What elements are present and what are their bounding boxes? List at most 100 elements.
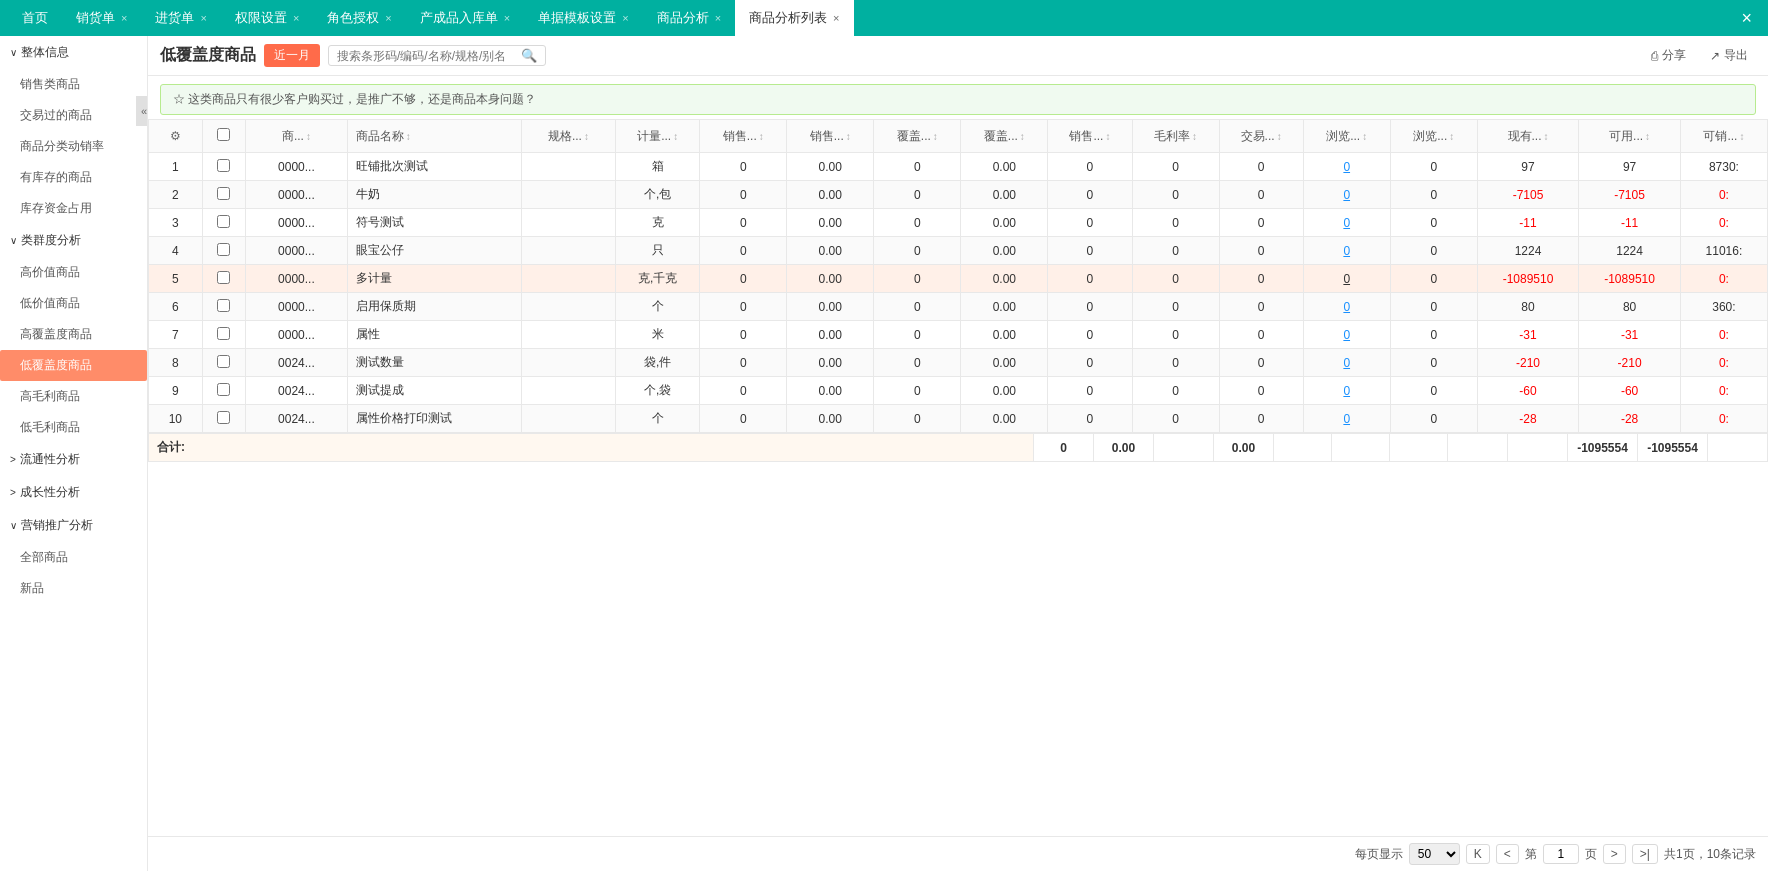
prev-page-button[interactable]: < — [1496, 844, 1519, 864]
th-saleable[interactable]: 可销...↕ — [1680, 120, 1767, 153]
row-avail2: 1224 — [1579, 237, 1681, 265]
time-filter-button[interactable]: 近一月 — [264, 44, 320, 67]
sidebar-item-category-turnover[interactable]: 商品分类动销率 — [0, 131, 147, 162]
row-checkbox[interactable] — [217, 243, 230, 256]
row-sale3: 0 — [1048, 377, 1132, 405]
th-spec[interactable]: 规格...↕ — [521, 120, 615, 153]
nav-tab-template[interactable]: 单据模板设置 × — [524, 0, 642, 36]
close-template-tab-icon[interactable]: × — [622, 12, 628, 24]
sidebar-item-capital-occupy[interactable]: 库存资金占用 — [0, 193, 147, 224]
nav-tab-analysis-list[interactable]: 商品分析列表 × — [735, 0, 853, 36]
nav-tab-analysis[interactable]: 商品分析 × — [643, 0, 735, 36]
row-spec — [521, 181, 615, 209]
close-analysis-list-tab-icon[interactable]: × — [833, 12, 839, 24]
sidebar-item-new-goods[interactable]: 新品 — [0, 573, 147, 604]
first-page-button[interactable]: K — [1466, 844, 1490, 864]
row-browse1[interactable]: 0 — [1303, 377, 1390, 405]
share-button[interactable]: ⎙ 分享 — [1643, 44, 1694, 67]
close-analysis-tab-icon[interactable]: × — [715, 12, 721, 24]
search-icon[interactable]: 🔍 — [521, 48, 537, 63]
th-name[interactable]: 商品名称↕ — [347, 120, 521, 153]
row-checkbox[interactable] — [217, 327, 230, 340]
nav-tab-role[interactable]: 角色授权 × — [313, 0, 405, 36]
close-role-tab-icon[interactable]: × — [385, 12, 391, 24]
page-number-input[interactable] — [1543, 844, 1579, 864]
sidebar-item-stock-goods[interactable]: 有库存的商品 — [0, 162, 147, 193]
th-browse1[interactable]: 浏览...↕ — [1303, 120, 1390, 153]
row-sales-qty: 0 — [700, 265, 787, 293]
row-avail1: 97 — [1477, 153, 1579, 181]
next-page-button[interactable]: > — [1603, 844, 1626, 864]
sidebar-item-high-coverage[interactable]: 高覆盖度商品 — [0, 319, 147, 350]
total-info: 共1页，10条记录 — [1664, 846, 1756, 863]
th-unit[interactable]: 计量...↕ — [616, 120, 700, 153]
sidebar-group-growth[interactable]: > 成长性分析 — [0, 476, 147, 509]
th-avail2[interactable]: 可用...↕ — [1579, 120, 1681, 153]
sidebar-collapse-button[interactable]: « — [136, 96, 148, 126]
nav-tab-purchase[interactable]: 进货单 × — [141, 0, 220, 36]
th-cover1[interactable]: 覆盖...↕ — [874, 120, 961, 153]
nav-tab-home[interactable]: 首页 — [8, 0, 62, 36]
row-browse1[interactable]: 0 — [1303, 237, 1390, 265]
nav-tab-permission[interactable]: 权限设置 × — [221, 0, 313, 36]
row-browse1[interactable]: 0 — [1303, 293, 1390, 321]
th-browse2[interactable]: 浏览...↕ — [1390, 120, 1477, 153]
row-code: 0000... — [246, 209, 348, 237]
share-icon: ⎙ — [1651, 49, 1658, 63]
row-browse1[interactable]: 0 — [1303, 349, 1390, 377]
th-gross-rate[interactable]: 毛利率↕ — [1132, 120, 1219, 153]
row-checkbox[interactable] — [217, 271, 230, 284]
sidebar-group-liquidity[interactable]: > 流通性分析 — [0, 443, 147, 476]
row-unit: 克 — [616, 209, 700, 237]
sidebar-item-traded-goods[interactable]: 交易过的商品 — [0, 100, 147, 131]
row-cover2: 0.00 — [961, 293, 1048, 321]
row-checkbox[interactable] — [217, 215, 230, 228]
th-trade[interactable]: 交易...↕ — [1219, 120, 1303, 153]
row-checkbox[interactable] — [217, 187, 230, 200]
sidebar-item-low-value[interactable]: 低价值商品 — [0, 288, 147, 319]
search-input[interactable] — [337, 49, 517, 63]
window-close-button[interactable]: × — [1733, 8, 1760, 29]
totals-avail2: -1095554 — [1638, 434, 1708, 462]
row-browse1[interactable]: 0 — [1303, 265, 1390, 293]
sidebar-group-overview[interactable]: ∨ 整体信息 — [0, 36, 147, 69]
last-page-button[interactable]: >| — [1632, 844, 1658, 864]
nav-tab-sales[interactable]: 销货单 × — [62, 0, 141, 36]
sidebar-item-sales-goods[interactable]: 销售类商品 — [0, 69, 147, 100]
row-checkbox[interactable] — [217, 383, 230, 396]
row-browse1[interactable]: 0 — [1303, 321, 1390, 349]
row-checkbox[interactable] — [217, 411, 230, 424]
th-sales-qty[interactable]: 销售...↕ — [700, 120, 787, 153]
settings-icon[interactable]: ⚙ — [165, 126, 185, 146]
sidebar-item-high-gross[interactable]: 高毛利商品 — [0, 381, 147, 412]
th-sale3[interactable]: 销售...↕ — [1048, 120, 1132, 153]
select-all-checkbox[interactable] — [217, 128, 230, 141]
row-checkbox[interactable] — [217, 159, 230, 172]
sidebar-item-high-value[interactable]: 高价值商品 — [0, 257, 147, 288]
th-avail1[interactable]: 现有...↕ — [1477, 120, 1579, 153]
close-purchase-tab-icon[interactable]: × — [200, 12, 206, 24]
export-icon: ↗ — [1710, 49, 1720, 63]
row-browse1[interactable]: 0 — [1303, 153, 1390, 181]
export-button[interactable]: ↗ 导出 — [1702, 44, 1756, 67]
close-permission-tab-icon[interactable]: × — [293, 12, 299, 24]
row-browse1[interactable]: 0 — [1303, 181, 1390, 209]
row-avail2: -28 — [1579, 405, 1681, 433]
sidebar-item-all-goods[interactable]: 全部商品 — [0, 542, 147, 573]
row-browse1[interactable]: 0 — [1303, 405, 1390, 433]
table-wrapper[interactable]: ⚙ 商...↕ 商品名称↕ 规格...↕ 计量...↕ 销售...↕ 销售...… — [148, 119, 1768, 836]
row-browse1[interactable]: 0 — [1303, 209, 1390, 237]
close-product-tab-icon[interactable]: × — [504, 12, 510, 24]
th-code[interactable]: 商...↕ — [246, 120, 348, 153]
close-sales-tab-icon[interactable]: × — [121, 12, 127, 24]
sidebar-group-coverage[interactable]: ∨ 类群度分析 — [0, 224, 147, 257]
th-cover2[interactable]: 覆盖...↕ — [961, 120, 1048, 153]
sidebar-group-marketing[interactable]: ∨ 营销推广分析 — [0, 509, 147, 542]
th-sales-amt[interactable]: 销售...↕ — [787, 120, 874, 153]
sidebar-item-low-coverage[interactable]: 低覆盖度商品 — [0, 350, 147, 381]
row-checkbox[interactable] — [217, 355, 230, 368]
sidebar-item-low-gross[interactable]: 低毛利商品 — [0, 412, 147, 443]
row-checkbox[interactable] — [217, 299, 230, 312]
nav-tab-product[interactable]: 产成品入库单 × — [406, 0, 524, 36]
page-size-select[interactable]: 50 100 200 — [1409, 843, 1460, 865]
